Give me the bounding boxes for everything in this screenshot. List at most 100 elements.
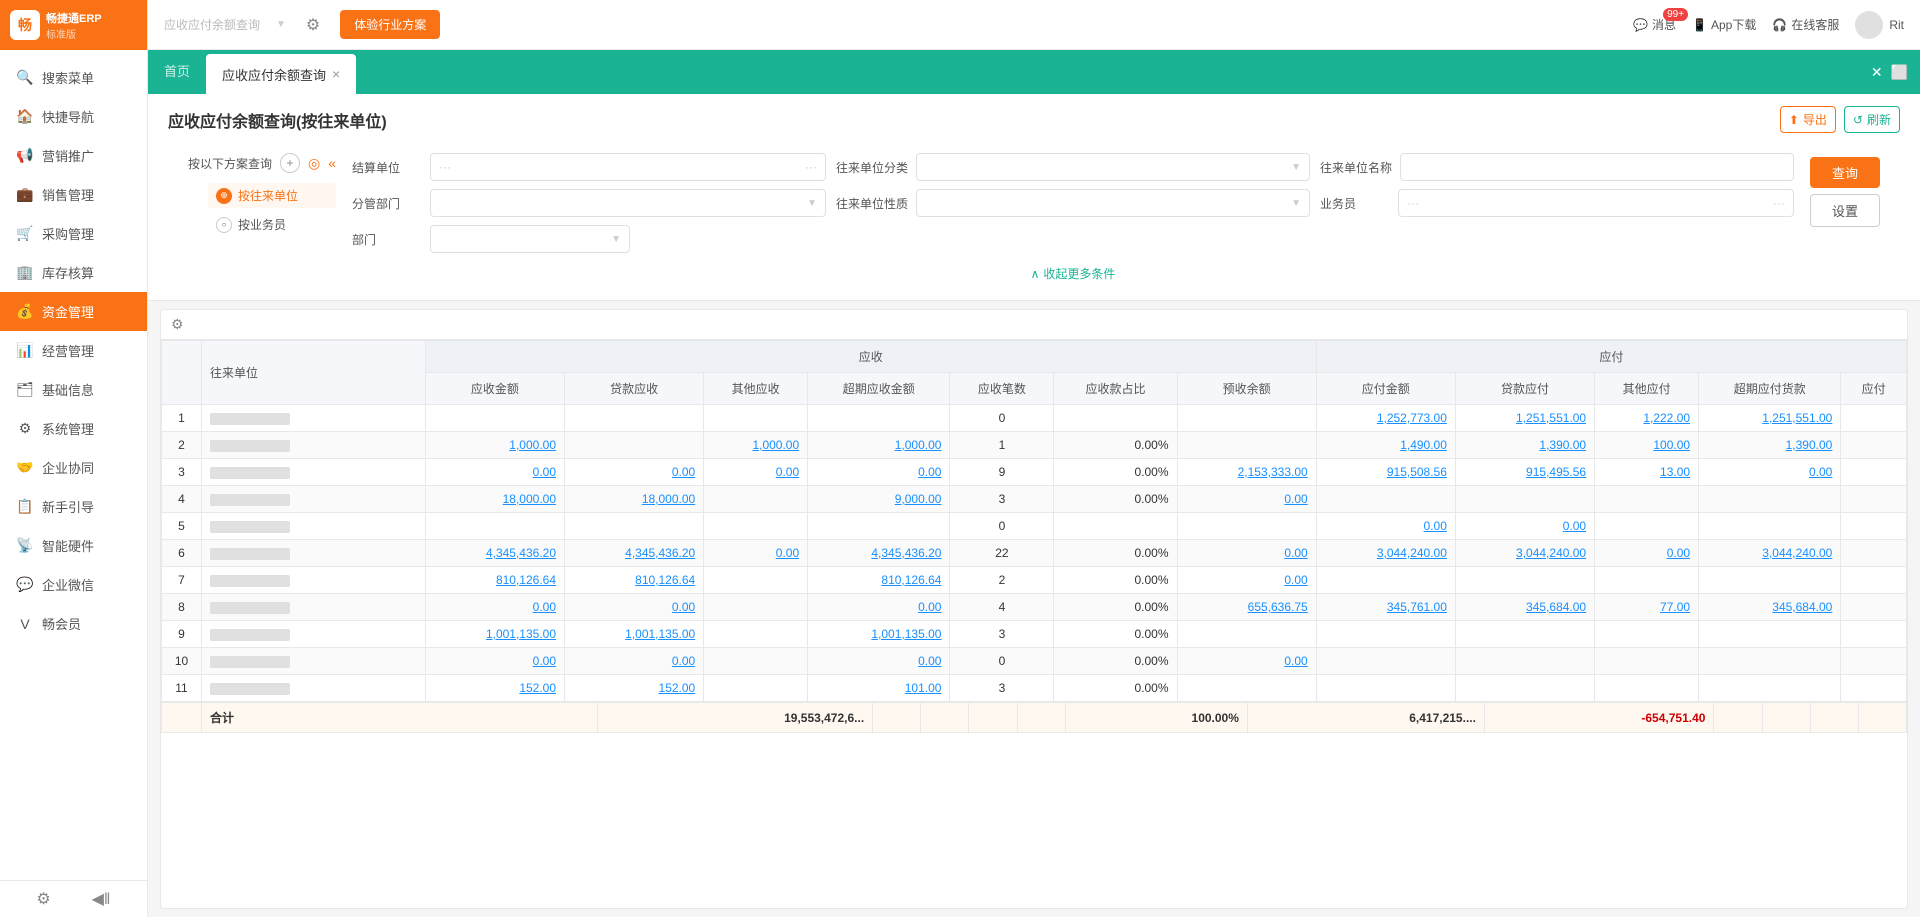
col-ar-count-header: 应收笔数: [950, 373, 1054, 405]
table-row: 7810,126.64810,126.64810,126.6420.00%0.0…: [162, 567, 1907, 594]
filter-add-btn[interactable]: +: [280, 153, 300, 173]
row-ap-loan: 915,495.56: [1455, 459, 1594, 486]
row-ar-advance: [1177, 432, 1316, 459]
sidebar-item-member[interactable]: V 畅会员: [0, 604, 147, 643]
filter-settings-icon[interactable]: ◎: [308, 155, 320, 172]
row-ap-amount: 1,252,773.00: [1316, 405, 1455, 432]
sidebar-item-quick-nav[interactable]: 🏠 快捷导航: [0, 97, 147, 136]
table-row: 80.000.000.0040.00%655,636.75345,761.003…: [162, 594, 1907, 621]
row-ar-advance: [1177, 513, 1316, 540]
row-ar-advance: 2,153,333.00: [1177, 459, 1316, 486]
sidebar-item-sales[interactable]: 💼 销售管理: [0, 175, 147, 214]
row-ar-amount: 0.00: [425, 459, 564, 486]
settlement-unit-input[interactable]: ···: [430, 153, 826, 181]
system-icon: ⚙: [16, 420, 34, 438]
sidebar-item-beginner[interactable]: 📋 新手引导: [0, 487, 147, 526]
sidebar-item-search-menu[interactable]: 🔍 搜索菜单: [0, 58, 147, 97]
user-avatar[interactable]: Rit: [1855, 11, 1904, 39]
row-ar-loan: [565, 405, 704, 432]
dept-input[interactable]: ▼: [430, 225, 630, 253]
online-service[interactable]: 🎧 在线客服: [1772, 16, 1839, 33]
row-ap-other: [1595, 486, 1699, 513]
sidebar: 畅 畅捷通ERP 标准版 🔍 搜索菜单 🏠 快捷导航 📢 营销推广 💼 销售管理: [0, 0, 148, 917]
sidebar-collapse-icon[interactable]: ◀‖: [92, 889, 111, 909]
row-ap-other: 0.00: [1595, 540, 1699, 567]
sidebar-item-operation[interactable]: 📊 经营管理: [0, 331, 147, 370]
row-ar-advance: 655,636.75: [1177, 594, 1316, 621]
footer-ar-loan-cell: [873, 703, 921, 733]
window-maximize-icon[interactable]: ⬜: [1891, 64, 1908, 81]
purchase-icon: 🛒: [16, 225, 34, 243]
topbar-cta-button[interactable]: 体验行业方案: [340, 10, 440, 39]
row-ar-ratio: 0.00%: [1054, 567, 1177, 594]
sidebar-item-wechat[interactable]: 💬 企业微信: [0, 565, 147, 604]
filter-row-3: 部门 ▼: [352, 225, 1794, 253]
sidebar-item-system[interactable]: ⚙ 系统管理: [0, 409, 147, 448]
row-ap-loan: [1455, 675, 1594, 702]
filter-by-partner[interactable]: ⊕ 按往来单位: [208, 183, 336, 208]
partner-name-input[interactable]: [1400, 153, 1794, 181]
filter-partner-category: 往来单位分类 ▼: [836, 153, 1310, 181]
set-button[interactable]: 设置: [1810, 194, 1880, 227]
app-download[interactable]: 📱 App下载: [1692, 16, 1756, 33]
row-partner-cell: [202, 594, 426, 621]
sidebar-settings-icon[interactable]: ⚙: [36, 889, 50, 909]
row-ar-overdue: 1,000.00: [808, 432, 950, 459]
topbar-message[interactable]: 💬 消息 99+: [1633, 16, 1676, 33]
filter-collapse-icon[interactable]: «: [328, 155, 336, 171]
col-ap-extra-header: 应付: [1841, 373, 1907, 405]
sidebar-item-smart-hw[interactable]: 📡 智能硬件: [0, 526, 147, 565]
row-ar-overdue: 0.00: [808, 648, 950, 675]
topbar-gear-icon[interactable]: ⚙: [306, 15, 320, 35]
table-settings-icon[interactable]: ⚙: [171, 316, 184, 333]
table-row: 64,345,436.204,345,436.200.004,345,436.2…: [162, 540, 1907, 567]
footer-ar-other-cell: [921, 703, 969, 733]
row-ar-other: [704, 675, 808, 702]
sidebar-item-base-info[interactable]: 🗂 基础信息: [0, 370, 147, 409]
scrollable-table[interactable]: 往来单位 应收 应付 应收金额 贷款应收 其他应收 超期应收金额 应收笔数: [161, 340, 1907, 908]
footer-ar-count-cell: [1017, 703, 1065, 733]
table-area: ⚙ 往来单位 应收 应付: [148, 301, 1920, 917]
tab-ar-balance[interactable]: 应收应付余额查询 ×: [206, 54, 356, 94]
row-ap-overdue: [1699, 486, 1841, 513]
table-row: 500.000.00: [162, 513, 1907, 540]
row-ar-count: 1: [950, 432, 1054, 459]
partner-category-input[interactable]: ▼: [916, 153, 1310, 181]
refresh-button[interactable]: ↺ 刷新: [1844, 106, 1900, 133]
sidebar-item-purchase[interactable]: 🛒 采购管理: [0, 214, 147, 253]
sidebar-item-marketing[interactable]: 📢 营销推广: [0, 136, 147, 175]
sidebar-item-enterprise[interactable]: 🤝 企业协同: [0, 448, 147, 487]
row-ar-loan: 4,345,436.20: [565, 540, 704, 567]
partner-nature-input[interactable]: ▼: [916, 189, 1310, 217]
export-button[interactable]: ⬆ 导出: [1780, 106, 1836, 133]
row-ar-count: 0: [950, 648, 1054, 675]
message-icon: 💬: [1633, 18, 1648, 32]
row-ar-advance: 0.00: [1177, 648, 1316, 675]
row-ar-amount: 0.00: [425, 594, 564, 621]
row-no-cell: 4: [162, 486, 202, 513]
table-row: 30.000.000.000.0090.00%2,153,333.00915,5…: [162, 459, 1907, 486]
sidebar-item-finance[interactable]: 💰 资金管理: [0, 292, 147, 331]
row-partner-cell: [202, 648, 426, 675]
filter-collapse-btn[interactable]: ∧ 收起更多条件: [352, 261, 1794, 286]
sidebar-item-inventory[interactable]: 🏢 库存核算: [0, 253, 147, 292]
tab-close-icon[interactable]: ×: [332, 67, 340, 81]
col-ar-advance-header: 预收余额: [1177, 373, 1316, 405]
row-ar-other: [704, 567, 808, 594]
row-ap-extra: [1841, 648, 1907, 675]
footer-label-cell: [162, 703, 202, 733]
row-ar-loan: 0.00: [565, 594, 704, 621]
row-ap-overdue: 3,044,240.00: [1699, 540, 1841, 567]
department-input[interactable]: ▼: [430, 189, 826, 217]
window-close-icon[interactable]: ✕: [1871, 64, 1883, 81]
app-name: 畅捷通ERP 标准版: [46, 10, 102, 41]
filter-by-salesman[interactable]: ○ 按业务员: [208, 212, 336, 237]
salesman-input[interactable]: ···: [1398, 189, 1794, 217]
query-button[interactable]: 查询: [1810, 157, 1880, 188]
filter-row-1: 结算单位 ··· 往来单位分类 ▼: [352, 153, 1794, 181]
row-no-cell: 3: [162, 459, 202, 486]
row-ap-extra: [1841, 567, 1907, 594]
row-ar-advance: 0.00: [1177, 486, 1316, 513]
row-ap-overdue: 1,390.00: [1699, 432, 1841, 459]
tab-home[interactable]: 首页: [148, 50, 206, 90]
